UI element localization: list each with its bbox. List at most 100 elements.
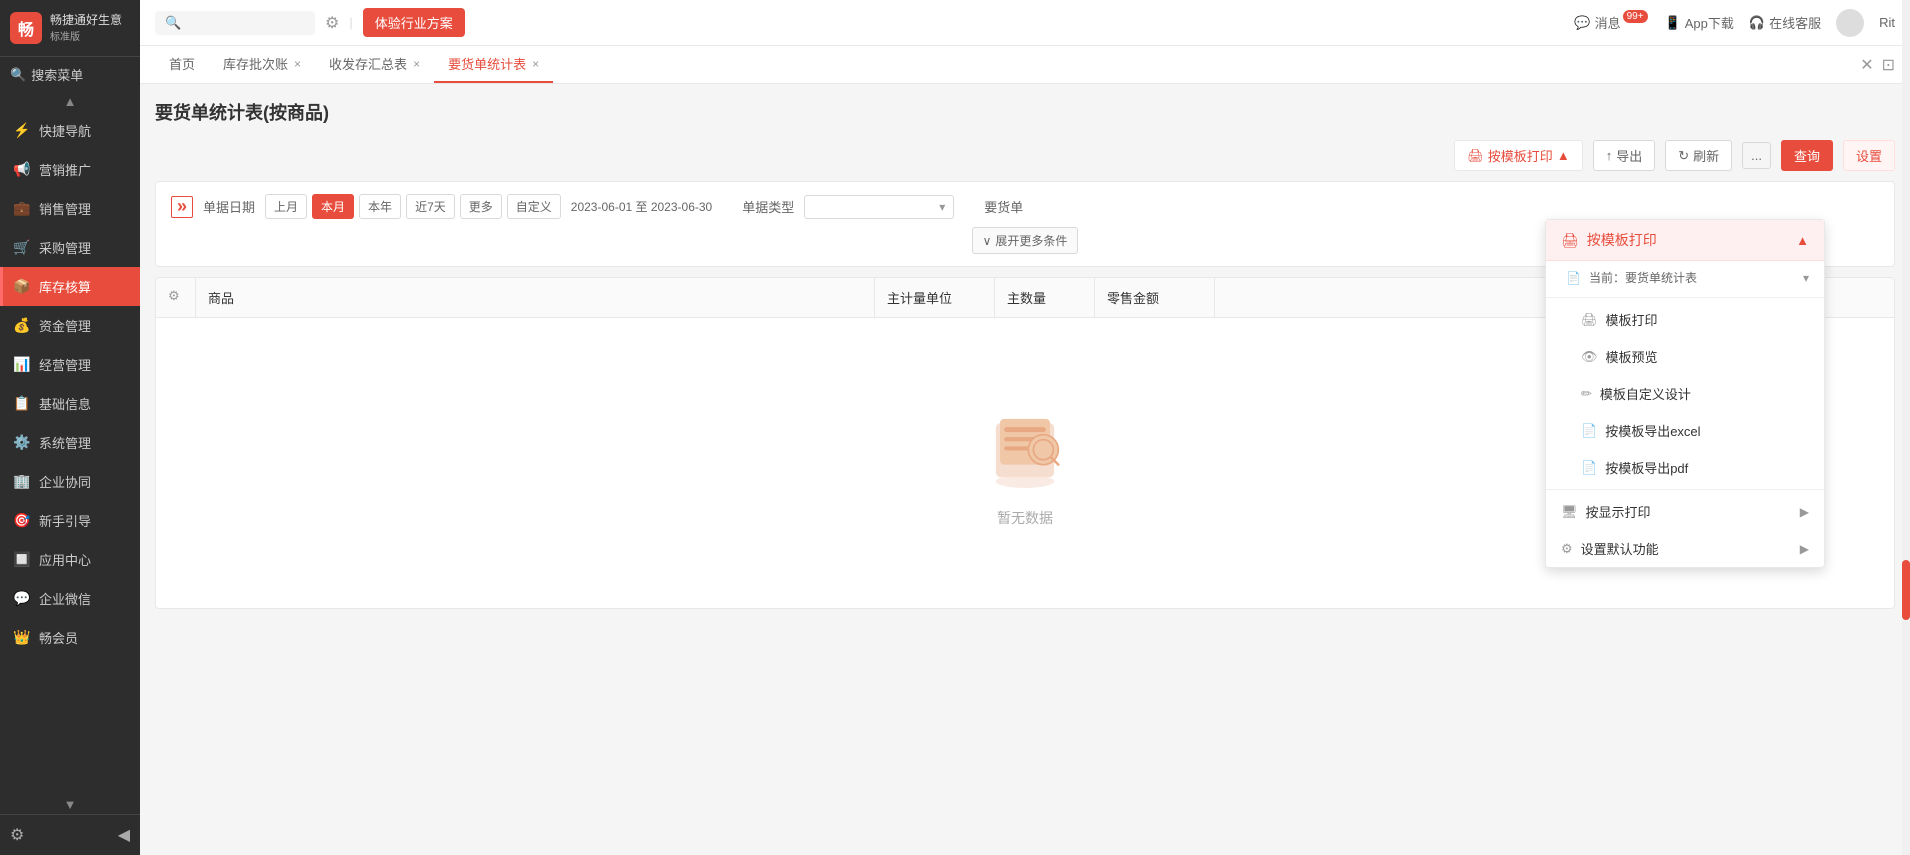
right-scrollbar bbox=[1902, 0, 1910, 855]
sidebar-item-label: 采购管理 bbox=[39, 238, 91, 257]
export-pdf-icon: 📄 bbox=[1581, 460, 1597, 476]
print-button[interactable]: 🖨 按模板打印 ▲ bbox=[1454, 140, 1582, 171]
print-header-icon: 🖨 bbox=[1561, 232, 1579, 249]
refresh-button-label: 刷新 bbox=[1693, 146, 1719, 165]
dropdown-section-default-func[interactable]: ⚙ 设置默认功能 ▶ bbox=[1546, 530, 1824, 567]
sales-icon: 💼 bbox=[13, 200, 31, 217]
template-print-label: 模板打印 bbox=[1606, 310, 1658, 329]
messages-badge: 99+ bbox=[1623, 10, 1648, 23]
purchase-icon: 🛒 bbox=[13, 239, 31, 256]
sidebar-item-system[interactable]: ⚙️ 系统管理 bbox=[0, 423, 140, 462]
date-btn-last-month[interactable]: 上月 bbox=[265, 194, 307, 219]
settings-button[interactable]: 设置 bbox=[1843, 140, 1895, 171]
scrollbar-thumb[interactable] bbox=[1902, 560, 1910, 620]
topbar-search-input[interactable] bbox=[186, 16, 306, 30]
type-filter-select[interactable]: ▾ bbox=[804, 195, 954, 219]
tab-order-stats[interactable]: 要货单统计表 × bbox=[434, 46, 553, 83]
default-func-chevron: ▶ bbox=[1800, 542, 1809, 556]
tab-batch[interactable]: 库存批次账 × bbox=[209, 46, 315, 83]
date-btn-more[interactable]: 更多 bbox=[460, 194, 502, 219]
sidebar-scroll-up[interactable]: ▲ bbox=[0, 92, 140, 111]
more-button[interactable]: ... bbox=[1742, 142, 1771, 169]
app-badge: 标准版 bbox=[50, 28, 122, 43]
page-title: 要货单统计表(按商品) bbox=[155, 99, 1895, 125]
tab-collect-close[interactable]: × bbox=[413, 58, 420, 70]
sidebar-item-inventory[interactable]: 📦 库存核算 bbox=[0, 267, 140, 306]
dropdown-item-template-preview[interactable]: 👁 模板预览 bbox=[1546, 338, 1824, 375]
topbar-industry-button[interactable]: 体验行业方案 bbox=[363, 8, 465, 37]
sidebar-item-apps[interactable]: 🔲 应用中心 bbox=[0, 540, 140, 579]
online-service-button[interactable]: 🎧 在线客服 bbox=[1749, 13, 1821, 32]
dropdown-item-template-design[interactable]: ✏ 模板自定义设计 bbox=[1546, 375, 1824, 412]
topbar-search-box[interactable]: 🔍 bbox=[155, 11, 315, 35]
sidebar-item-corp[interactable]: 🏢 企业协同 bbox=[0, 462, 140, 501]
system-icon: ⚙️ bbox=[13, 434, 31, 451]
dropdown-divider-1 bbox=[1546, 297, 1824, 298]
display-print-icon: 🖥 bbox=[1561, 504, 1578, 520]
current-template-chevron: ▾ bbox=[1803, 271, 1809, 285]
dropdown-item-left: 📄 按模板导出excel bbox=[1581, 421, 1701, 440]
filter-expand-button[interactable]: » bbox=[171, 196, 193, 218]
dropdown-item-export-pdf[interactable]: 📄 按模板导出pdf bbox=[1546, 449, 1824, 486]
guide-icon: 🎯 bbox=[13, 512, 31, 529]
sidebar-item-member[interactable]: 👑 畅会员 bbox=[0, 618, 140, 657]
sidebar-item-operation[interactable]: 📊 经营管理 bbox=[0, 345, 140, 384]
filter-row: » 单据日期 上月 本月 本年 近7天 更多 自定义 2023-06-01 至 … bbox=[171, 194, 1879, 219]
empty-state-illustration bbox=[975, 398, 1075, 498]
dropdown-item-template-print[interactable]: 🖨 模板打印 bbox=[1546, 301, 1824, 338]
inventory-icon: 📦 bbox=[13, 278, 31, 295]
print-dropdown-header[interactable]: 🖨 按模板打印 ▲ bbox=[1546, 220, 1824, 261]
date-btn-this-year[interactable]: 本年 bbox=[359, 194, 401, 219]
search-menu-button[interactable]: 🔍 搜索菜单 bbox=[0, 57, 140, 92]
tab-collect[interactable]: 收发存汇总表 × bbox=[315, 46, 434, 83]
template-preview-icon: 👁 bbox=[1581, 349, 1598, 365]
more-filter-label: 要货单 bbox=[984, 197, 1023, 216]
sidebar-settings-icon[interactable]: ⚙ bbox=[10, 825, 24, 845]
sidebar-item-purchase[interactable]: 🛒 采购管理 bbox=[0, 228, 140, 267]
date-btn-7days[interactable]: 近7天 bbox=[406, 194, 455, 219]
refresh-button[interactable]: ↻ 刷新 bbox=[1665, 140, 1732, 171]
window-close-icon[interactable]: ✕ bbox=[1860, 55, 1873, 75]
user-avatar[interactable] bbox=[1836, 9, 1864, 37]
tab-order-stats-close[interactable]: × bbox=[532, 58, 539, 70]
current-template-row[interactable]: 📄 当前：要货单统计表 ▾ bbox=[1546, 261, 1824, 294]
query-button[interactable]: 查询 bbox=[1781, 140, 1833, 171]
date-btn-custom[interactable]: 自定义 bbox=[507, 194, 561, 219]
service-icon: 🎧 bbox=[1749, 15, 1765, 31]
sidebar-item-finance[interactable]: 💰 资金管理 bbox=[0, 306, 140, 345]
date-filter-label: 单据日期 bbox=[203, 197, 255, 216]
apps-icon: 🔲 bbox=[13, 551, 31, 568]
sidebar-footer: ⚙ ◀ bbox=[0, 814, 140, 855]
basic-icon: 📋 bbox=[13, 395, 31, 412]
table-settings-column[interactable]: ⚙ bbox=[156, 278, 196, 317]
print-dropdown-title-group: 🖨 按模板打印 bbox=[1561, 230, 1657, 250]
message-icon: 💬 bbox=[1574, 15, 1590, 31]
sidebar-item-wechat[interactable]: 💬 企业微信 bbox=[0, 579, 140, 618]
template-design-label: 模板自定义设计 bbox=[1600, 384, 1691, 403]
app-download-button[interactable]: 📱 App下载 bbox=[1665, 13, 1734, 32]
finance-icon: 💰 bbox=[13, 317, 31, 334]
window-maximize-icon[interactable]: ⊡ bbox=[1882, 55, 1895, 75]
date-btn-this-month[interactable]: 本月 bbox=[312, 194, 354, 219]
dropdown-section-display-print[interactable]: 🖥 按显示打印 ▶ bbox=[1546, 493, 1824, 530]
messages-button[interactable]: 💬 消息 99+ bbox=[1574, 13, 1649, 32]
print-chevron-icon: ▲ bbox=[1557, 148, 1570, 163]
tab-batch-close[interactable]: × bbox=[294, 58, 301, 70]
sidebar-collapse-icon[interactable]: ◀ bbox=[118, 825, 130, 845]
export-button[interactable]: ↑ 导出 bbox=[1593, 140, 1656, 171]
print-dropdown-title: 按模板打印 bbox=[1587, 230, 1657, 250]
expand-more-button[interactable]: ∨ 展开更多条件 bbox=[972, 227, 1079, 254]
sidebar-item-sales[interactable]: 💼 销售管理 bbox=[0, 189, 140, 228]
sidebar-item-marketing[interactable]: 📢 营销推广 bbox=[0, 150, 140, 189]
sidebar-scroll-down[interactable]: ▼ bbox=[0, 795, 140, 814]
sidebar-item-label: 资金管理 bbox=[39, 316, 91, 335]
sidebar-item-guide[interactable]: 🎯 新手引导 bbox=[0, 501, 140, 540]
topbar-settings-icon[interactable]: ⚙ bbox=[325, 13, 339, 33]
wechat-icon: 💬 bbox=[13, 590, 31, 607]
tab-batch-label: 库存批次账 bbox=[223, 54, 288, 73]
tab-home[interactable]: 首页 bbox=[155, 46, 209, 83]
dropdown-item-export-excel[interactable]: 📄 按模板导出excel bbox=[1546, 412, 1824, 449]
sidebar-item-basic[interactable]: 📋 基础信息 bbox=[0, 384, 140, 423]
sidebar-item-label: 企业协同 bbox=[39, 472, 91, 491]
sidebar-item-quick-nav[interactable]: ⚡ 快捷导航 bbox=[0, 111, 140, 150]
